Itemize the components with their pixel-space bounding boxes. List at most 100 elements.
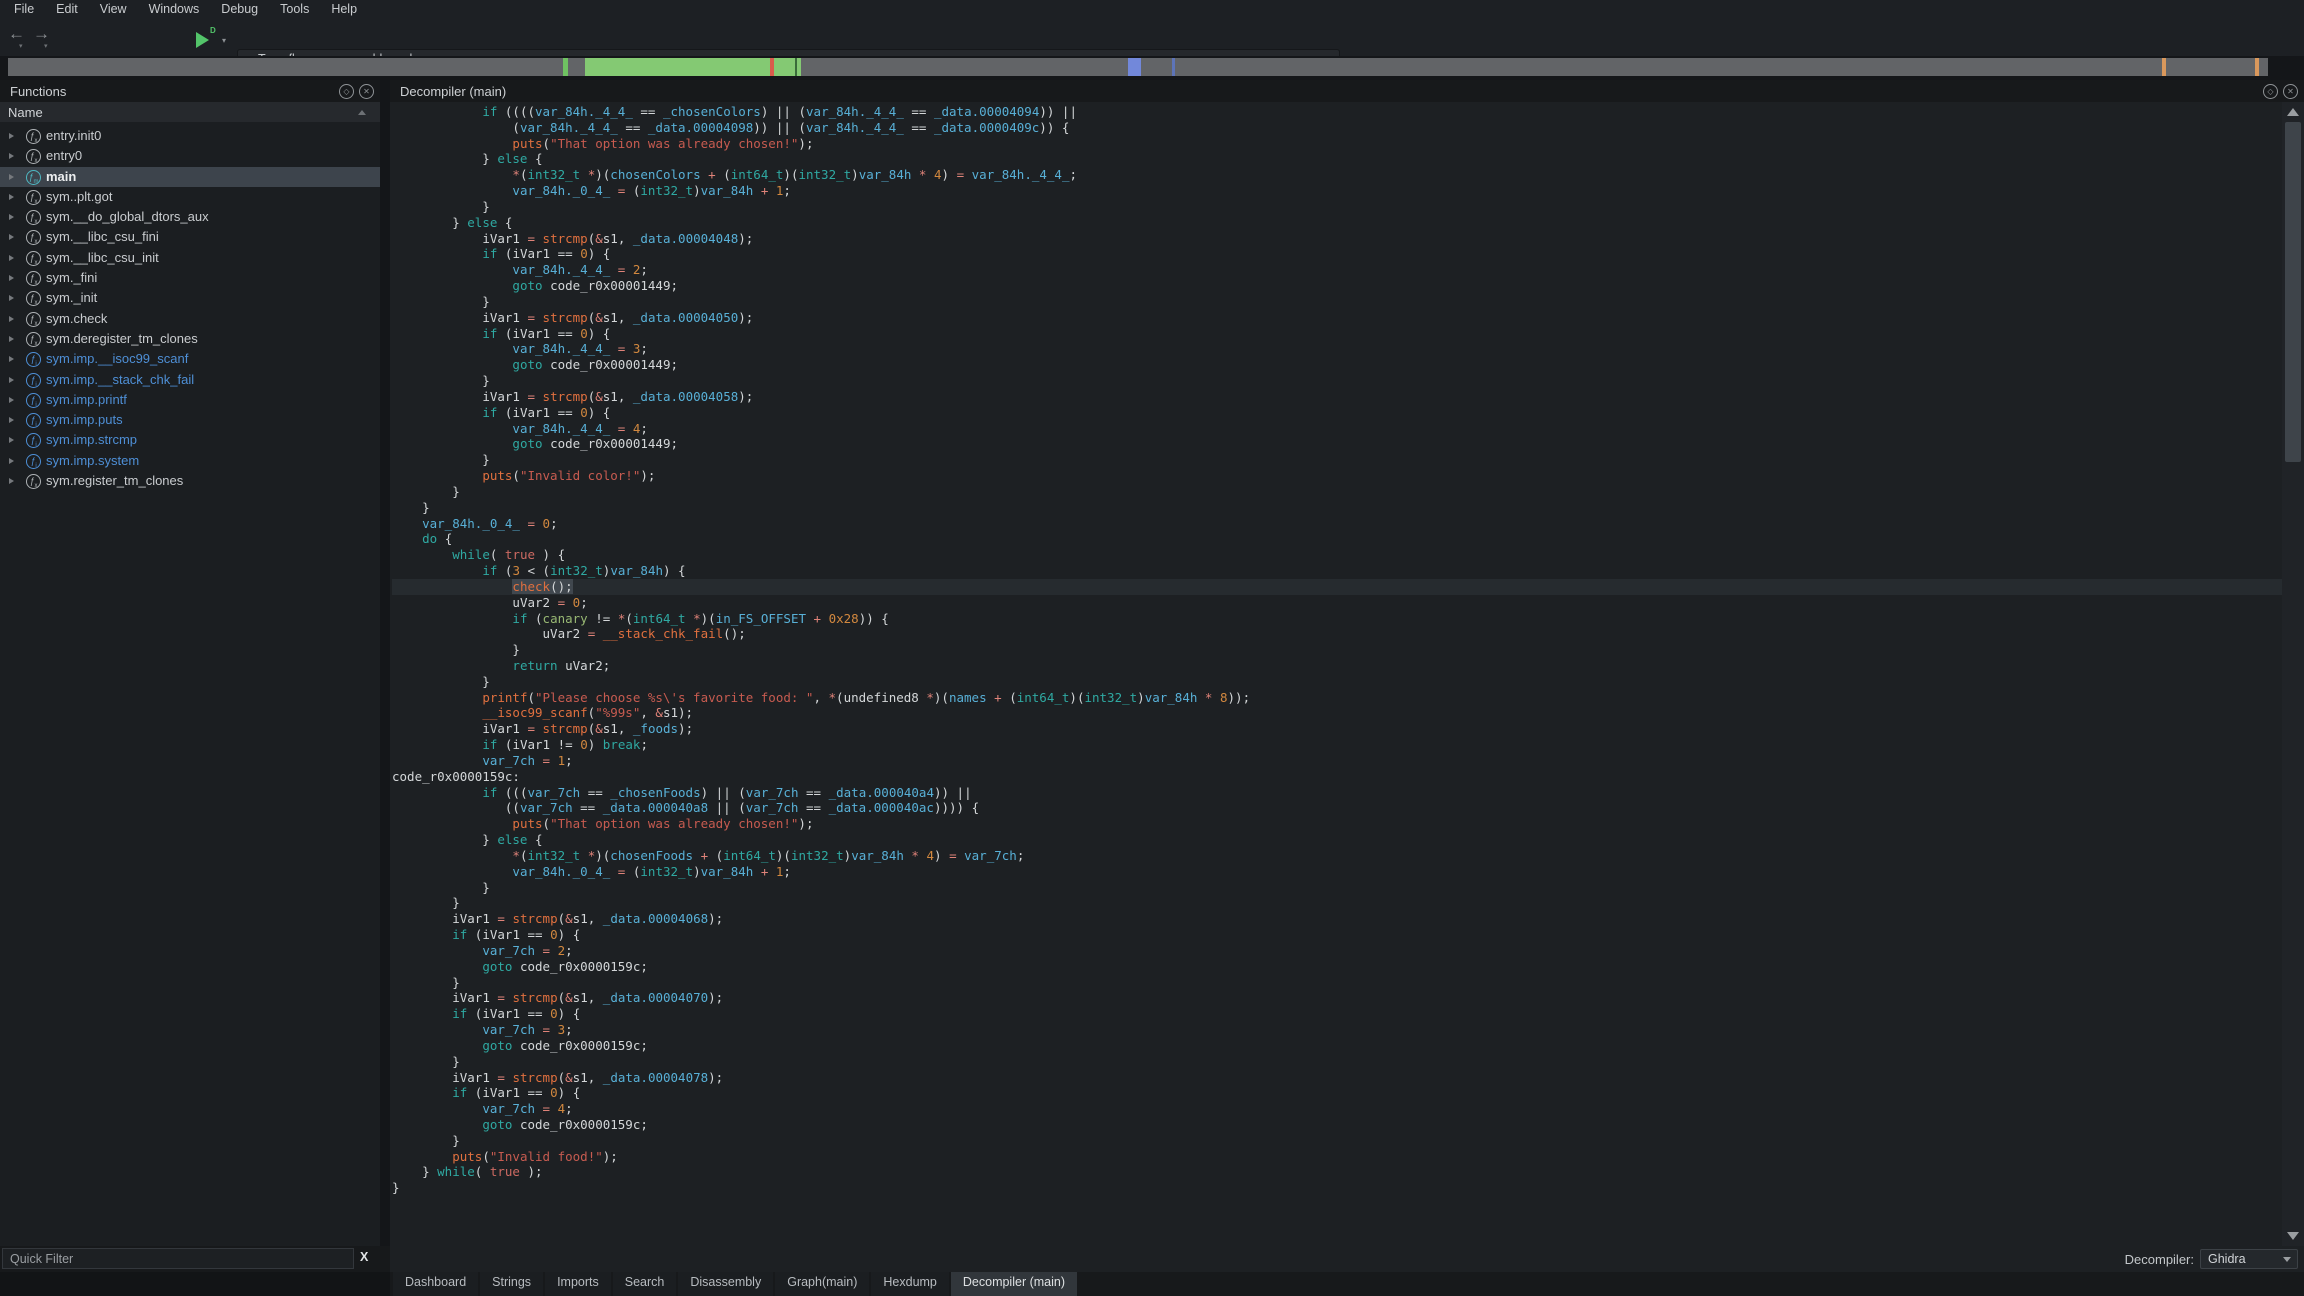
code-line[interactable]: if (canary != *(int64_t *)(in_FS_OFFSET … [392,611,2282,627]
code-line[interactable]: if (iVar1 == 0) { [392,1006,2282,1022]
forward-caret-icon[interactable]: ▾ [44,42,48,50]
code-line[interactable]: } [392,484,2282,500]
expand-arrow-icon[interactable] [9,173,14,180]
code-line[interactable]: goto code_r0x0000159c; [392,1117,2282,1133]
code-line[interactable]: if (iVar1 == 0) { [392,326,2282,342]
function-row[interactable]: ƒm main [0,166,380,187]
code-line[interactable]: var_84h._4_4_ = 3; [392,341,2282,357]
code-line[interactable]: var_7ch = 1; [392,753,2282,769]
code-line[interactable]: if (3 < (int32_t)var_84h) { [392,563,2282,579]
code-line[interactable]: goto code_r0x0000159c; [392,959,2282,975]
code-line[interactable]: iVar1 = strcmp(&s1, _data.00004048); [392,231,2282,247]
code-line[interactable]: } [392,1180,2282,1196]
undock-icon[interactable]: ◇ [339,84,354,99]
tab-graph-main[interactable]: Graph(main) [775,1272,870,1296]
code-line[interactable]: printf("Please choose %s\'s favorite foo… [392,690,2282,706]
code-line[interactable]: } [392,975,2282,991]
code-line[interactable]: puts("That option was already chosen!"); [392,136,2282,152]
code-line[interactable]: if (iVar1 == 0) { [392,246,2282,262]
code-line[interactable]: puts("Invalid food!"); [392,1149,2282,1165]
function-row[interactable]: ƒx sym.__libc_csu_fini [0,227,380,247]
code-line[interactable]: } [392,294,2282,310]
expand-arrow-icon[interactable] [9,214,14,221]
code-line[interactable]: do { [392,531,2282,547]
code-line[interactable]: var_84h._0_4_ = 0; [392,516,2282,532]
undock-icon[interactable]: ◇ [2263,84,2278,99]
function-row[interactable]: ƒx sym.register_tm_clones [0,471,380,491]
code-line[interactable]: goto code_r0x00001449; [392,436,2282,452]
code-line[interactable]: if (((var_7ch == _chosenFoods) || (var_7… [392,785,2282,801]
close-icon[interactable]: ✕ [359,84,374,99]
code-line[interactable]: } [392,373,2282,389]
code-line[interactable]: } [392,642,2282,658]
function-row[interactable]: ƒi sym.imp.__stack_chk_fail [0,370,380,390]
back-caret-icon[interactable]: ▾ [19,42,23,50]
expand-arrow-icon[interactable] [9,478,14,485]
code-line[interactable]: iVar1 = strcmp(&s1, _data.00004058); [392,389,2282,405]
code-line[interactable]: puts("Invalid color!"); [392,468,2282,484]
function-row[interactable]: ƒi sym.imp.__isoc99_scanf [0,349,380,369]
code-line[interactable]: puts("That option was already chosen!"); [392,816,2282,832]
code-line[interactable]: iVar1 = strcmp(&s1, _foods); [392,721,2282,737]
code-line[interactable]: *(int32_t *)(chosenColors + (int64_t)(in… [392,167,2282,183]
code-line[interactable]: var_7ch = 4; [392,1101,2282,1117]
back-button[interactable]: ← [8,24,25,44]
code-line[interactable]: goto code_r0x0000159c; [392,1038,2282,1054]
code-line[interactable]: return uVar2; [392,658,2282,674]
menu-help[interactable]: Help [320,0,368,19]
function-row[interactable]: ƒi sym.imp.strcmp [0,430,380,450]
function-row[interactable]: ƒx sym.check [0,309,380,329]
code-line[interactable]: var_84h._4_4_ = 2; [392,262,2282,278]
code-line[interactable]: code_r0x0000159c: [392,769,2282,785]
tab-strings[interactable]: Strings [480,1272,544,1296]
scroll-up-icon[interactable] [2287,108,2299,116]
menu-view[interactable]: View [89,0,138,19]
menu-edit[interactable]: Edit [45,0,89,19]
code-line[interactable]: uVar2 = 0; [392,595,2282,611]
code-line[interactable]: var_7ch = 3; [392,1022,2282,1038]
code-line[interactable]: } [392,1133,2282,1149]
function-row[interactable]: ƒx sym..plt.got [0,187,380,207]
function-row[interactable]: ƒx sym._init [0,288,380,308]
menu-file[interactable]: File [3,0,45,19]
debug-options-caret-icon[interactable]: ▾ [222,36,226,45]
code-line[interactable]: } [392,880,2282,896]
code-line[interactable]: } [392,452,2282,468]
scroll-down-icon[interactable] [2287,1232,2299,1240]
code-line[interactable]: var_7ch = 2; [392,943,2282,959]
panel-splitter[interactable] [380,80,390,1246]
quick-filter-input[interactable] [2,1248,354,1269]
function-row[interactable]: ƒx entry0 [0,146,380,166]
code-line[interactable]: ((var_7ch == _data.000040a8 || (var_7ch … [392,800,2282,816]
code-line[interactable]: } [392,500,2282,516]
function-row[interactable]: ƒx sym.deregister_tm_clones [0,329,380,349]
expand-arrow-icon[interactable] [9,396,14,403]
decompiler-select[interactable]: Ghidra [2200,1249,2298,1269]
functions-name-column-header[interactable]: Name [0,102,380,122]
decompiled-code[interactable]: if ((((var_84h._4_4_ == _chosenColors) |… [390,102,2282,1246]
debug-start-button[interactable] [196,32,209,48]
expand-arrow-icon[interactable] [9,254,14,261]
code-line[interactable]: check(); [392,578,2282,595]
code-line[interactable]: while( true ) { [392,547,2282,563]
expand-arrow-icon[interactable] [9,356,14,363]
expand-arrow-icon[interactable] [9,335,14,342]
code-line[interactable]: iVar1 = strcmp(&s1, _data.00004070); [392,990,2282,1006]
code-line[interactable]: var_84h._0_4_ = (int32_t)var_84h + 1; [392,864,2282,880]
code-line[interactable]: __isoc99_scanf("%99s", &s1); [392,705,2282,721]
tab-dashboard[interactable]: Dashboard [393,1272,479,1296]
decompiler-scrollbar[interactable] [2282,102,2304,1246]
menu-tools[interactable]: Tools [269,0,320,19]
function-row[interactable]: ƒx sym.__libc_csu_init [0,248,380,268]
expand-arrow-icon[interactable] [9,133,14,139]
code-line[interactable]: iVar1 = strcmp(&s1, _data.00004068); [392,911,2282,927]
memory-map-bar[interactable] [8,58,2268,76]
code-line[interactable]: if (iVar1 == 0) { [392,1085,2282,1101]
forward-button[interactable]: → [33,24,50,44]
code-line[interactable]: } [392,674,2282,690]
expand-arrow-icon[interactable] [9,234,14,241]
scrollbar-thumb[interactable] [2285,122,2301,462]
tab-disassembly[interactable]: Disassembly [678,1272,774,1296]
code-line[interactable]: *(int32_t *)(chosenFoods + (int64_t)(int… [392,848,2282,864]
code-line[interactable]: iVar1 = strcmp(&s1, _data.00004078); [392,1070,2282,1086]
